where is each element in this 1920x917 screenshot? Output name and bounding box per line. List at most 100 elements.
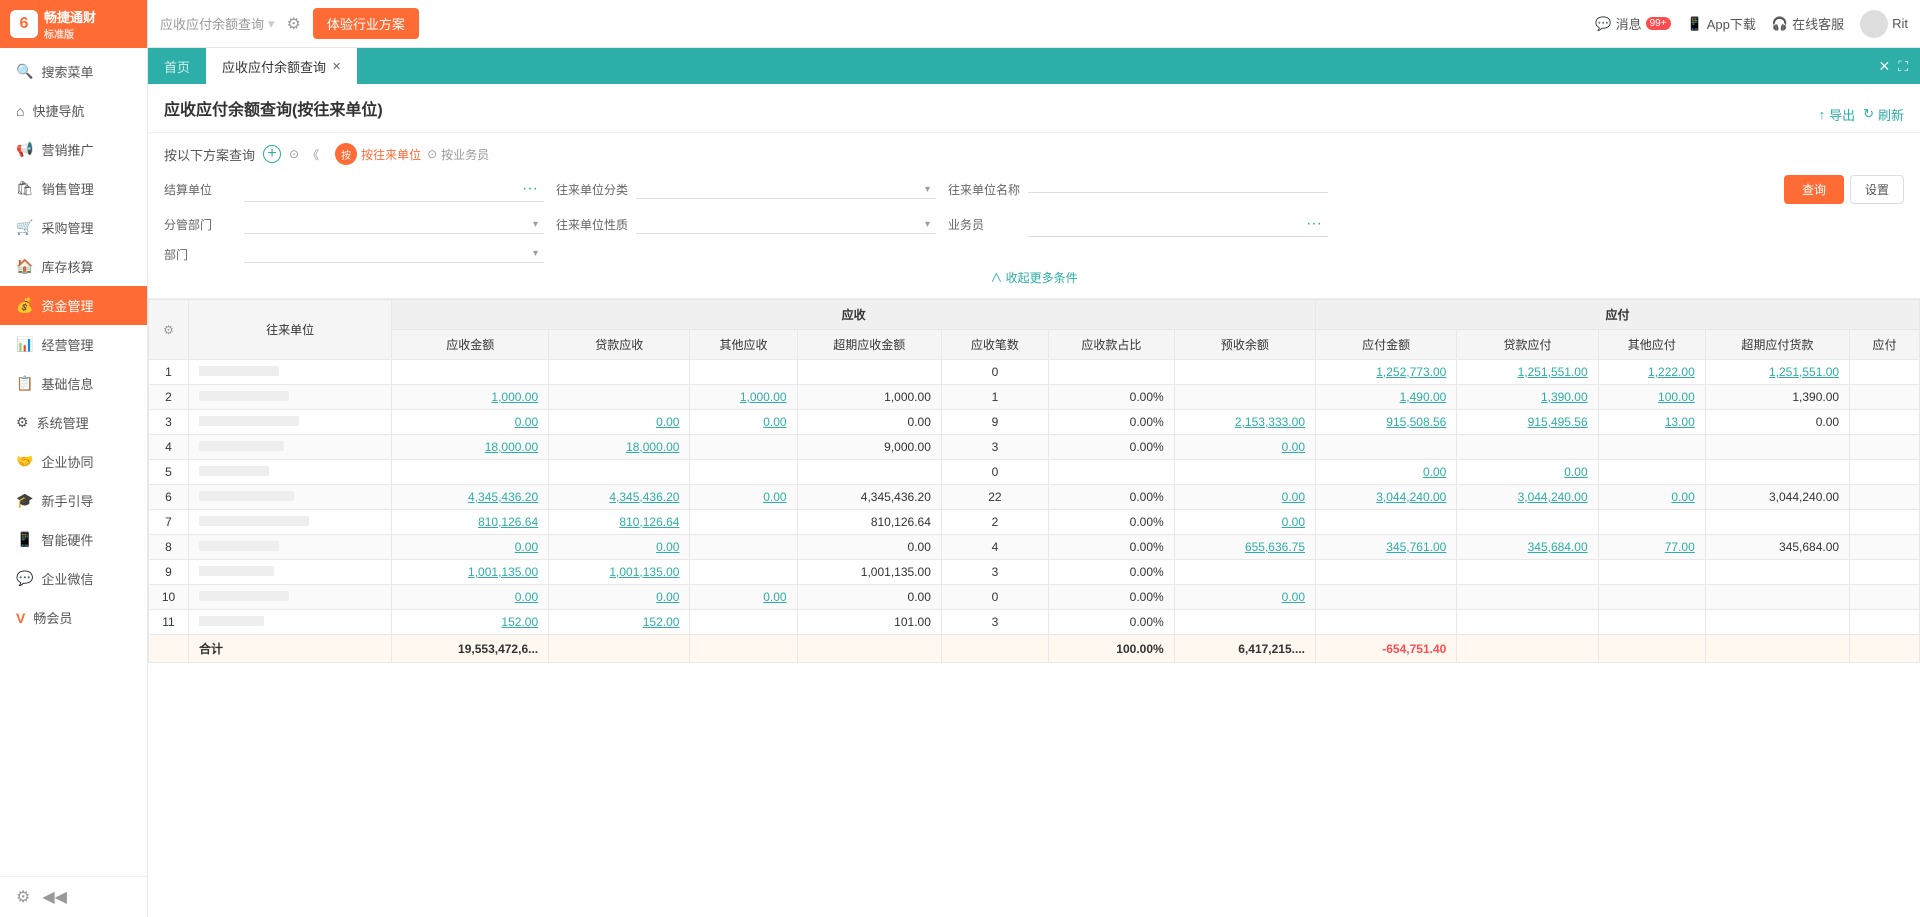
collapse-more-btn[interactable]: ∧ 收起更多条件: [164, 263, 1904, 288]
partner-name-input[interactable]: [1028, 186, 1328, 193]
sidebar-item-finance[interactable]: 💰 资金管理: [0, 286, 147, 325]
sidebar-item-base-info[interactable]: 📋 基础信息: [0, 364, 147, 403]
row-prepay: 655,636.75: [1174, 535, 1315, 560]
row-recv-count: 0: [941, 360, 1048, 385]
inventory-icon: 🏠: [16, 258, 33, 275]
refresh-button[interactable]: ↻ 刷新: [1863, 105, 1904, 124]
messages-label: 消息: [1616, 14, 1642, 33]
row-pay-amt: [1316, 585, 1457, 610]
dept-manager-input[interactable]: ▾: [244, 216, 544, 234]
sidebar-item-inventory[interactable]: 🏠 库存核算: [0, 247, 147, 286]
sidebar-item-collab[interactable]: 🤝 企业协同: [0, 442, 147, 481]
sidebar-settings-btn[interactable]: ⚙: [16, 887, 30, 907]
row-recv-amt: 810,126.64: [392, 510, 549, 535]
row-partner: [189, 585, 392, 610]
breadcrumb-arrow: ▾: [268, 16, 275, 32]
query-button[interactable]: 查询: [1784, 175, 1844, 204]
row-recv-amt: 1,000.00: [392, 385, 549, 410]
sidebar-item-guide[interactable]: 🎓 新手引导: [0, 481, 147, 520]
sidebar-item-member[interactable]: V 畅会员: [0, 598, 147, 637]
sidebar-collapse-btn[interactable]: ◀◀: [42, 887, 67, 907]
sidebar-item-sales[interactable]: 🛍 销售管理: [0, 169, 147, 208]
row-recv-count: 9: [941, 410, 1048, 435]
table-footer-row: 合计 19,553,472,6... 100.00% 6,417,215....…: [149, 635, 1920, 663]
row-recv-count: 0: [941, 585, 1048, 610]
row-recv-amt: 152.00: [392, 610, 549, 635]
breadcrumb-text: 应收应付余额查询: [160, 14, 264, 33]
sidebar-item-label: 企业微信: [41, 569, 93, 588]
row-overdue-recv: 101.00: [797, 610, 941, 635]
table-container: ⚙ 往来单位 应收 应付 应收金额 贷款应收 其他应收 超期应收金额 应收笔数 …: [148, 299, 1920, 917]
table-settings-icon[interactable]: ⚙: [163, 323, 174, 337]
col-partner-header: 往来单位: [189, 300, 392, 360]
tab-home-label: 首页: [164, 57, 190, 76]
classification-arrow-icon: ▾: [925, 184, 930, 195]
app-logo: 6 畅捷通财 标准版: [0, 0, 147, 48]
scheme-salesperson-btn[interactable]: ⊙ 按业务员: [427, 146, 489, 163]
partner-nature-input[interactable]: ▾: [636, 216, 936, 234]
row-pay-stub: [1850, 485, 1920, 510]
salesperson-input[interactable]: ···: [1028, 212, 1328, 237]
dept-arrow-icon: ▾: [533, 248, 538, 259]
partner-name-label: 往来单位名称: [948, 181, 1028, 198]
settlement-input[interactable]: ···: [244, 177, 544, 202]
row-recv-count: 1: [941, 385, 1048, 410]
online-service-button[interactable]: 🎧 在线客服: [1772, 14, 1844, 33]
user-avatar-area[interactable]: Rit: [1860, 10, 1908, 38]
row-recv-amt: [392, 360, 549, 385]
app-name: 畅捷通财: [44, 7, 96, 26]
tab-home[interactable]: 首页: [148, 48, 206, 84]
row-partner: [189, 360, 392, 385]
row-prepay: [1174, 610, 1315, 635]
dept-input[interactable]: ▾: [244, 245, 544, 263]
filter-field-dept-manager: 分管部门 ▾: [164, 216, 544, 234]
sidebar-item-operation[interactable]: 📊 经营管理: [0, 325, 147, 364]
row-index: 4: [149, 435, 189, 460]
solution-button[interactable]: 体验行业方案: [313, 8, 419, 39]
messages-button[interactable]: 💬 消息 99+: [1595, 14, 1670, 33]
settings-button[interactable]: 设置: [1850, 175, 1904, 204]
sidebar-item-purchase[interactable]: 🛒 采购管理: [0, 208, 147, 247]
filter-icon2[interactable]: ⊙: [289, 147, 299, 161]
purchase-icon: 🛒: [16, 219, 33, 236]
topbar-settings-icon[interactable]: ⚙: [287, 14, 301, 34]
row-pay-stub: [1850, 535, 1920, 560]
sidebar-item-quicknav[interactable]: ⌂ 快捷导航: [0, 91, 147, 130]
row-overdue-pay: [1705, 560, 1849, 585]
maximize-window-icon[interactable]: ⛶: [1898, 58, 1908, 75]
sidebar-item-search[interactable]: 🔍 搜索菜单: [0, 52, 147, 91]
avatar: [1860, 10, 1888, 38]
row-pay-amt: [1316, 510, 1457, 535]
collab-icon: 🤝: [16, 453, 33, 470]
sidebar-item-label: 经营管理: [41, 335, 93, 354]
tab-ar-ap[interactable]: 应收应付余额查询 ✕: [206, 48, 357, 84]
row-recv-count: 3: [941, 610, 1048, 635]
row-overdue-recv: 4,345,436.20: [797, 485, 941, 510]
tab-close-icon[interactable]: ✕: [332, 60, 341, 73]
export-button[interactable]: ↑ 导出: [1819, 105, 1856, 124]
sidebar-item-hardware[interactable]: 📱 智能硬件: [0, 520, 147, 559]
footer-pay-stub: [1850, 635, 1920, 663]
row-recv-ratio: 0.00%: [1048, 510, 1174, 535]
row-prepay: [1174, 560, 1315, 585]
close-window-icon[interactable]: ✕: [1878, 58, 1890, 75]
sidebar-item-label: 系统管理: [37, 413, 89, 432]
sidebar-item-label: 资金管理: [41, 296, 93, 315]
row-pay-amt: 345,761.00: [1316, 535, 1457, 560]
dept-label: 部门: [164, 246, 244, 263]
filter-add-button[interactable]: +: [263, 145, 281, 163]
filter-collapse-icon[interactable]: 《: [307, 146, 319, 163]
row-recv-amt: [392, 460, 549, 485]
col-index-header: ⚙: [149, 300, 189, 360]
row-prepay: [1174, 360, 1315, 385]
sidebar-item-marketing[interactable]: 📢 营销推广: [0, 130, 147, 169]
row-loan-recv: 0.00: [549, 585, 690, 610]
row-index: 11: [149, 610, 189, 635]
app-download-button[interactable]: 📱 App下载: [1687, 14, 1756, 33]
row-other-recv: [690, 560, 797, 585]
scheme-partner-btn[interactable]: 按 按往来单位: [335, 143, 421, 165]
sidebar-item-wechat[interactable]: 💬 企业微信: [0, 559, 147, 598]
sidebar-item-system[interactable]: ⚙ 系统管理: [0, 403, 147, 442]
row-partner: [189, 510, 392, 535]
classification-input[interactable]: ▾: [636, 181, 936, 199]
